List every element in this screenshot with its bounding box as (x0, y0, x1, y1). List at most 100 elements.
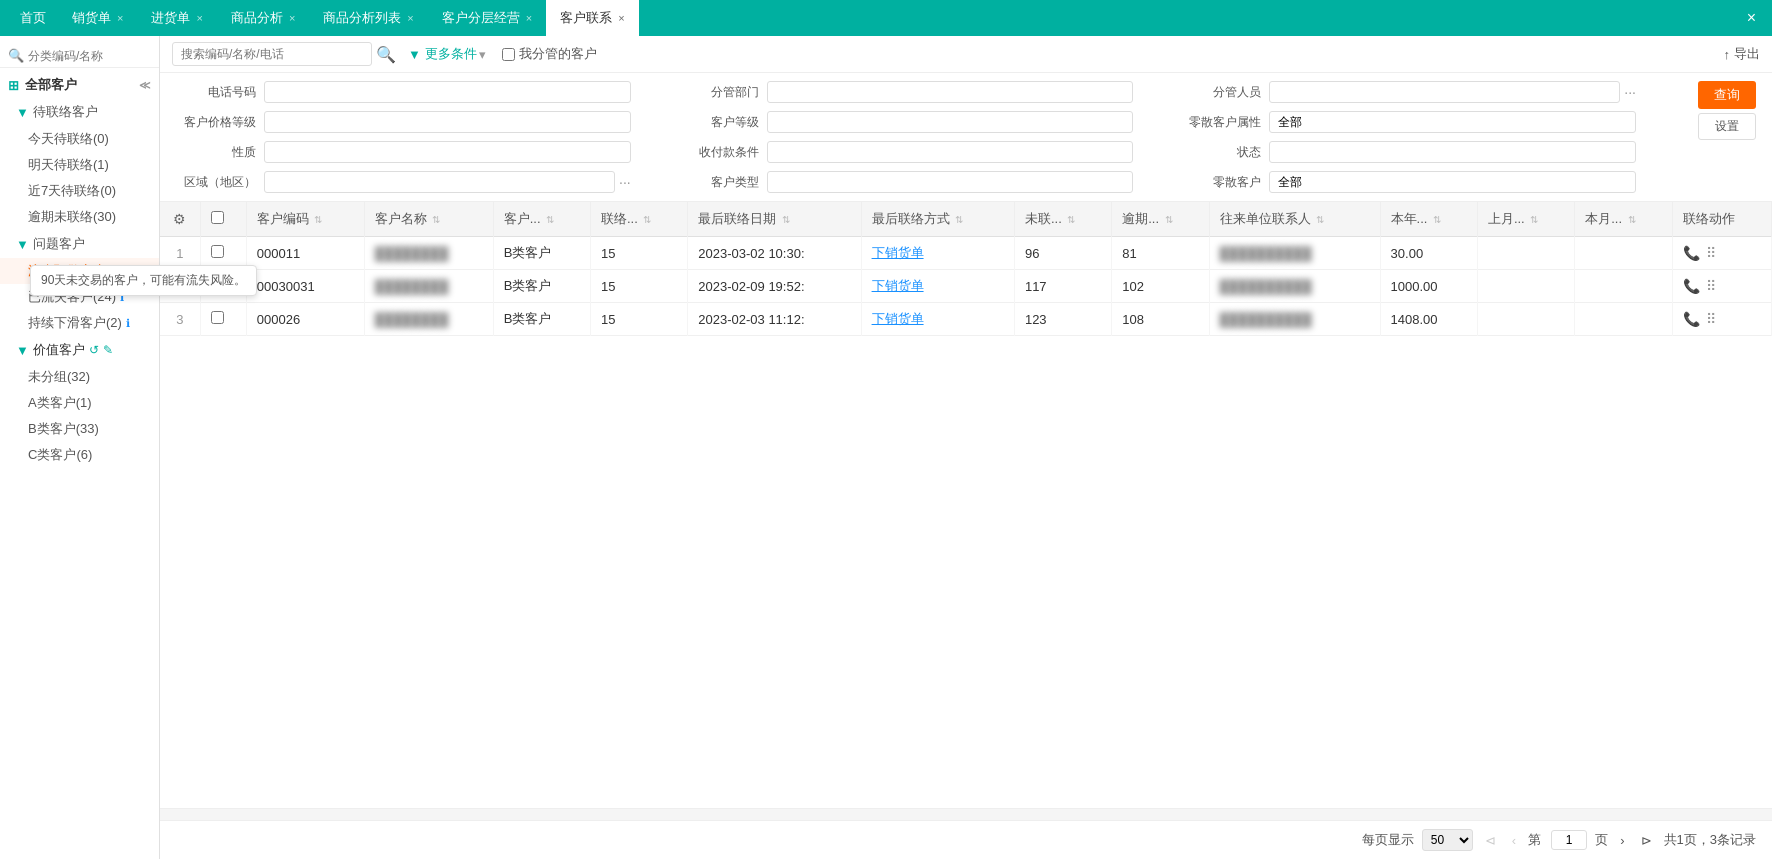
action-call-1[interactable]: 📞 (1683, 245, 1700, 261)
col-this-year[interactable]: 本年... ⇅ (1380, 202, 1477, 237)
price-level-select[interactable] (264, 111, 631, 133)
col-last-method[interactable]: 最后联络方式 ⇅ (861, 202, 1014, 237)
tab-purchase-order[interactable]: 进货单 × (137, 0, 216, 36)
col-this-month[interactable]: 本月... ⇅ (1575, 202, 1672, 237)
row-contact-2: 15 (590, 270, 687, 303)
table-settings-icon[interactable]: ⚙ (173, 211, 186, 227)
sidebar-group-value[interactable]: ▼ 价值客户 ↺ ✎ (0, 336, 159, 364)
top-nav: 首页 销货单 × 进货单 × 商品分析 × 商品分析列表 × 客户分层经营 × … (0, 0, 1772, 36)
action-more-1[interactable]: ⠿ (1706, 245, 1716, 261)
col-last-month[interactable]: 上月... ⇅ (1477, 202, 1574, 237)
sidebar-group-problem[interactable]: ▼ 问题客户 (0, 230, 159, 258)
sort-icon-this-month: ⇅ (1628, 214, 1636, 225)
refresh-value-icon[interactable]: ↺ (89, 343, 99, 357)
home-tab[interactable]: 首页 (8, 0, 58, 36)
tab-customer-layer[interactable]: 客户分层经营 × (428, 0, 546, 36)
tab-product-analysis[interactable]: 商品分析 × (217, 0, 309, 36)
settings-button[interactable]: 设置 (1698, 113, 1756, 140)
search-input[interactable] (172, 42, 372, 66)
sidebar-item-tomorrow-contact[interactable]: 明天待联络(1) (0, 152, 159, 178)
row-type-1: B类客户 (493, 237, 590, 270)
row-last-method-2[interactable]: 下销货单 (861, 270, 1014, 303)
pay-terms-select[interactable] (767, 141, 1134, 163)
filter-row-3: 性质 收付款条件 状态 (176, 141, 1756, 163)
col-contact2[interactable]: 往来单位联系人 ⇅ (1209, 202, 1380, 237)
tab-customer-contact[interactable]: 客户联系 × (546, 0, 638, 36)
close-tab-product-analysis-list[interactable]: × (407, 12, 413, 24)
sidebar-item-declining[interactable]: 持续下滑客户(2) ℹ (0, 310, 159, 336)
last-page-btn[interactable]: ⊳ (1637, 831, 1656, 850)
row-contact-1: 15 (590, 237, 687, 270)
col-overdue[interactable]: 逾期... ⇅ (1112, 202, 1209, 237)
action-more-3[interactable]: ⠿ (1706, 311, 1716, 327)
sidebar-item-class-a[interactable]: A类客户(1) (0, 390, 159, 416)
dept-select[interactable] (767, 81, 1134, 103)
edit-value-icon[interactable]: ✎ (103, 343, 113, 357)
sidebar-search-icon: 🔍 (8, 48, 24, 63)
window-close-btn[interactable]: × (1739, 9, 1764, 27)
sidebar: 🔍 ⊞ 全部客户 ≪ ▼ 待联络客户 今天待联络(0) 明天待联络(1) 近7天… (0, 36, 160, 859)
sidebar-item-overdue-contact[interactable]: 逾期未联络(30) (0, 204, 159, 230)
more-conditions-btn[interactable]: ▼ 更多条件 ▾ (408, 45, 486, 63)
sidebar-search-input[interactable] (28, 49, 151, 63)
sidebar-item-7days-contact[interactable]: 近7天待联络(0) (0, 178, 159, 204)
row-last-method-1[interactable]: 下销货单 (861, 237, 1014, 270)
close-tab-customer-contact[interactable]: × (618, 12, 624, 24)
select-all-checkbox[interactable] (211, 211, 224, 224)
page-input[interactable] (1551, 830, 1587, 850)
my-customers-checkbox-label[interactable]: 我分管的客户 (502, 45, 597, 63)
zero-attr-select[interactable]: 全部 (1269, 111, 1636, 133)
sidebar-all-customers[interactable]: ⊞ 全部客户 ≪ (0, 72, 159, 98)
table-area: ⚙ 客户编码 ⇅ 客户名称 ⇅ 客户... ⇅ (160, 202, 1772, 808)
row-select-3[interactable] (211, 311, 224, 324)
my-customers-checkbox[interactable] (502, 48, 515, 61)
region-input[interactable] (264, 171, 615, 193)
export-button[interactable]: ↑ 导出 (1724, 45, 1761, 63)
tab-sales-order[interactable]: 销货单 × (58, 0, 137, 36)
row-this-month-3 (1575, 303, 1672, 336)
close-tab-purchase-order[interactable]: × (196, 12, 202, 24)
sidebar-item-class-c[interactable]: C类客户(6) (0, 442, 159, 468)
col-contact[interactable]: 联络... ⇅ (590, 202, 687, 237)
sidebar-item-today-contact[interactable]: 今天待联络(0) (0, 126, 159, 152)
next-page-btn[interactable]: › (1616, 831, 1628, 850)
col-type[interactable]: 客户... ⇅ (493, 202, 590, 237)
zero-customer-select[interactable]: 全部 (1269, 171, 1636, 193)
row-type-2: B类客户 (493, 270, 590, 303)
query-button[interactable]: 查询 (1698, 81, 1756, 109)
sidebar-group-pending[interactable]: ▼ 待联络客户 (0, 98, 159, 126)
col-last-date[interactable]: 最后联络日期 ⇅ (688, 202, 861, 237)
close-tab-sales-order[interactable]: × (117, 12, 123, 24)
filter-row-1: 电话号码 分管部门 分管人员 ··· (176, 81, 1756, 103)
col-not-contacted[interactable]: 未联... ⇅ (1014, 202, 1111, 237)
action-call-3[interactable]: 📞 (1683, 311, 1700, 327)
status-select[interactable] (1269, 141, 1636, 163)
per-page-select[interactable]: 50 100 (1422, 829, 1473, 851)
search-button[interactable]: 🔍 (376, 45, 396, 64)
col-action: 联络动作 (1672, 202, 1771, 237)
person-input[interactable] (1269, 81, 1620, 103)
sidebar-item-class-b[interactable]: B类客户(33) (0, 416, 159, 442)
row-last-method-3[interactable]: 下销货单 (861, 303, 1014, 336)
action-call-2[interactable]: 📞 (1683, 278, 1700, 294)
close-tab-product-analysis[interactable]: × (289, 12, 295, 24)
first-page-btn[interactable]: ⊲ (1481, 831, 1500, 850)
customer-type-select[interactable] (767, 171, 1134, 193)
prev-page-btn[interactable]: ‹ (1508, 831, 1520, 850)
row-select-1[interactable] (211, 245, 224, 258)
phone-input[interactable] (264, 81, 631, 103)
col-name[interactable]: 客户名称 ⇅ (364, 202, 493, 237)
customer-level-select[interactable] (767, 111, 1134, 133)
customers-table: ⚙ 客户编码 ⇅ 客户名称 ⇅ 客户... ⇅ (160, 202, 1772, 336)
region-more-btn[interactable]: ··· (619, 174, 631, 190)
action-more-2[interactable]: ⠿ (1706, 278, 1716, 294)
col-code[interactable]: 客户编码 ⇅ (246, 202, 364, 237)
filter-row-4: 区域（地区） ··· 客户类型 零散客户 全部 (176, 171, 1756, 193)
nature-select[interactable] (264, 141, 631, 163)
person-more-btn[interactable]: ··· (1624, 84, 1636, 100)
tab-product-analysis-list[interactable]: 商品分析列表 × (309, 0, 427, 36)
close-tab-customer-layer[interactable]: × (526, 12, 532, 24)
filter-price-level: 客户价格等级 (176, 111, 631, 133)
sidebar-item-unclassified[interactable]: 未分组(32) (0, 364, 159, 390)
row-name-3: ████████ (364, 303, 493, 336)
